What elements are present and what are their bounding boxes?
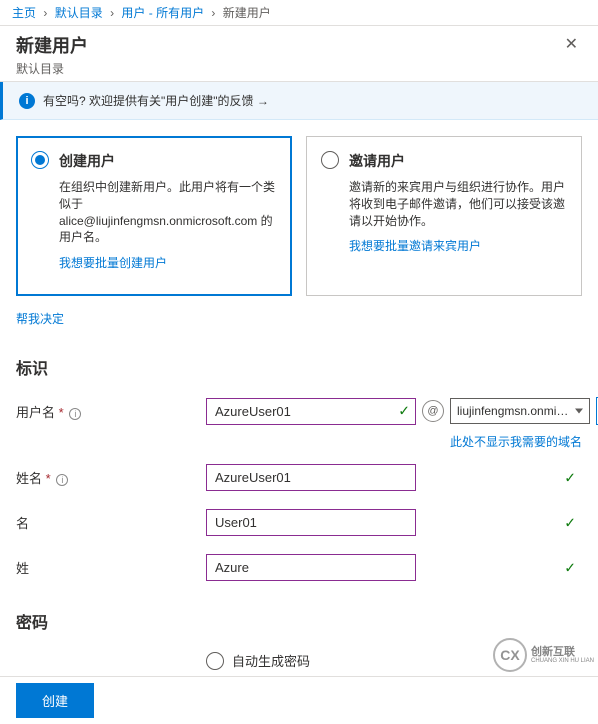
username-label: 用户名 * i: [16, 402, 206, 421]
breadcrumb: 主页 › 默认目录 › 用户 - 所有用户 › 新建用户: [0, 0, 598, 25]
name-label: 姓名 * i: [16, 468, 206, 487]
chevron-right-icon: ›: [110, 6, 114, 20]
create-user-title: 创建用户: [59, 151, 277, 171]
chevron-right-icon: ›: [211, 6, 215, 20]
identity-section-title: 标识: [16, 355, 582, 379]
chevron-right-icon: ›: [43, 6, 47, 20]
name-row: 姓名 * i ✓: [16, 464, 582, 491]
watermark-logo-icon: CX: [493, 638, 527, 672]
help-me-decide-link[interactable]: 帮我决定: [16, 310, 582, 327]
auto-generate-label: 自动生成密码: [232, 651, 310, 670]
password-section-title: 密码: [16, 609, 582, 633]
watermark: CX 创新互联 CHUANG XIN HU LIAN: [493, 638, 594, 672]
create-user-desc: 在组织中创建新用户。此用户将有一个类似于 alice@liujinfengmsn…: [59, 179, 277, 246]
check-icon: ✓: [564, 514, 576, 531]
breadcrumb-users[interactable]: 用户 - 所有用户: [121, 6, 204, 20]
invite-user-title: 邀请用户: [349, 151, 567, 171]
first-name-input[interactable]: [206, 509, 416, 536]
first-name-row: 名 ✓: [16, 509, 582, 536]
check-icon: ✓: [564, 559, 576, 576]
page-title: 新建用户: [16, 32, 88, 58]
create-button[interactable]: 创建: [16, 683, 94, 718]
check-icon: ✓: [564, 469, 576, 486]
feedback-text: 有空吗? 欢迎提供有关"用户创建"的反馈 →: [43, 92, 269, 109]
info-icon[interactable]: i: [56, 474, 68, 486]
name-input[interactable]: [206, 464, 416, 491]
last-name-input[interactable]: [206, 554, 416, 581]
invite-user-card[interactable]: 邀请用户 邀请新的来宾用户与组织进行协作。用户将收到电子邮件邀请，他们可以接受该…: [306, 136, 582, 296]
breadcrumb-current: 新建用户: [223, 6, 271, 20]
create-user-radio[interactable]: [31, 151, 49, 169]
invite-user-radio[interactable]: [321, 151, 339, 169]
panel-header: 新建用户 默认目录 ✕: [0, 26, 598, 82]
auto-generate-radio[interactable]: [206, 652, 224, 670]
username-row: 用户名 * i ✓ @ liujinfengmsn.onmicrosoft...…: [16, 397, 582, 425]
info-icon: i: [19, 93, 35, 109]
watermark-text: 创新互联 CHUANG XIN HU LIAN: [531, 646, 594, 665]
last-name-row: 姓 ✓: [16, 554, 582, 581]
bulk-invite-link[interactable]: 我想要批量邀请来宾用户: [349, 237, 567, 254]
invite-user-desc: 邀请新的来宾用户与组织进行协作。用户将收到电子邮件邀请，他们可以接受该邀请以开始…: [349, 179, 567, 229]
breadcrumb-directory[interactable]: 默认目录: [55, 6, 103, 20]
footer-bar: 创建: [0, 676, 598, 724]
close-icon[interactable]: ✕: [561, 32, 582, 56]
bulk-create-link[interactable]: 我想要批量创建用户: [59, 254, 277, 271]
first-name-label: 名: [16, 513, 206, 532]
at-separator-icon: @: [422, 400, 444, 422]
breadcrumb-home[interactable]: 主页: [12, 6, 36, 20]
page-subtitle: 默认目录: [16, 60, 88, 77]
info-icon[interactable]: i: [69, 408, 81, 420]
domain-not-shown-link[interactable]: 此处不显示我需要的域名: [16, 433, 582, 450]
last-name-label: 姓: [16, 558, 206, 577]
create-user-card[interactable]: 创建用户 在组织中创建新用户。此用户将有一个类似于 alice@liujinfe…: [16, 136, 292, 296]
username-input[interactable]: [206, 398, 416, 425]
domain-select[interactable]: liujinfengmsn.onmicrosoft....: [450, 398, 590, 424]
feedback-info-bar[interactable]: i 有空吗? 欢迎提供有关"用户创建"的反馈 →: [0, 82, 598, 120]
user-type-options: 创建用户 在组织中创建新用户。此用户将有一个类似于 alice@liujinfe…: [16, 136, 582, 296]
form-content: 创建用户 在组织中创建新用户。此用户将有一个类似于 alice@liujinfe…: [0, 120, 598, 698]
